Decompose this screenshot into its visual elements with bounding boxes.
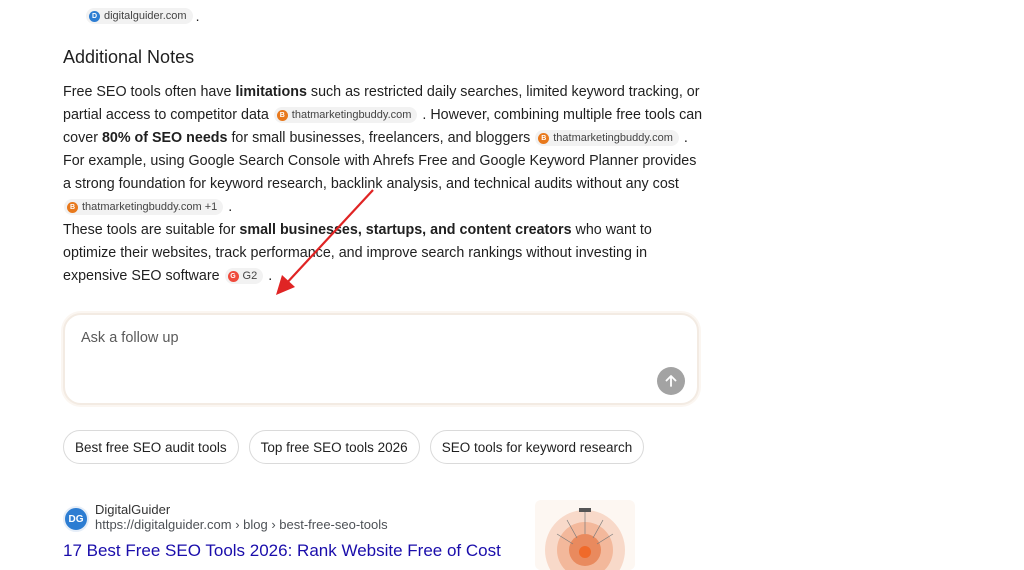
thatmarketingbuddy-favicon-icon: B	[67, 201, 78, 213]
notes-paragraph: Free SEO tools often have limitations su…	[63, 81, 703, 288]
section-heading: Additional Notes	[63, 47, 195, 67]
result-site-name[interactable]: DigitalGuider	[95, 502, 170, 517]
suggestion-chips: Best free SEO audit tools Top free SEO t…	[63, 430, 645, 464]
send-button[interactable]	[657, 367, 685, 395]
citation-chip-g2[interactable]: G G2	[224, 268, 264, 285]
cut-off-text-line: g	[63, 0, 703, 6]
text-span: These tools are suitable for	[63, 222, 240, 238]
bold-text: 80% of SEO needs	[101, 130, 228, 146]
trailing-period: .	[195, 8, 200, 24]
bold-text: small businesses, startups, and content …	[239, 222, 572, 238]
thatmarketingbuddy-favicon-icon: B	[538, 132, 550, 144]
text-span: .	[264, 268, 273, 284]
thatmarketingbuddy-favicon-icon: B	[276, 109, 288, 121]
citation-chip-thatmarketingbuddy[interactable]: Bthatmarketingbuddy.com	[535, 130, 679, 147]
citation-chip-digitalguider[interactable]: D digitalguider.com	[86, 8, 193, 24]
digitalguider-favicon-icon: D	[89, 10, 100, 22]
citation-chip-thatmarketingbuddy[interactable]: Bthatmarketingbuddy.com	[273, 107, 418, 124]
result-title-link[interactable]: 17 Best Free SEO Tools 2026: Rank Websit…	[63, 541, 501, 561]
bold-text: limitations	[235, 84, 307, 100]
citation-chip-thatmarketingbuddy-plus[interactable]: Bthatmarketingbuddy.com +1	[64, 199, 224, 216]
g2-favicon-icon: G	[227, 270, 239, 282]
suggestion-chip[interactable]: SEO tools for keyword research	[429, 430, 645, 464]
text-span: Free SEO tools often have	[63, 84, 236, 100]
suggestion-chip[interactable]: Top free SEO tools 2026	[248, 430, 420, 464]
arrow-up-icon	[665, 375, 677, 387]
text-span: for small businesses, freelancers, and b…	[227, 130, 535, 146]
cut-off-text: g	[503, 0, 511, 1]
text-span: .	[224, 199, 233, 215]
suggestion-chip[interactable]: Best free SEO audit tools	[63, 430, 239, 464]
citation-chip-label: thatmarketingbuddy.com	[553, 132, 673, 145]
citation-chip-label: digitalguider.com	[104, 10, 187, 22]
follow-up-input[interactable]	[79, 329, 643, 347]
follow-up-box	[63, 313, 699, 405]
citation-chip-label: thatmarketingbuddy.com +1	[82, 201, 218, 214]
result-url[interactable]: https://digitalguider.com › blog › best-…	[95, 517, 388, 532]
top-citation-row: D digitalguider.com .	[86, 8, 199, 24]
digitalguider-favicon-icon: DG	[63, 506, 89, 532]
citation-chip-label: thatmarketingbuddy.com	[291, 109, 412, 122]
citation-chip-label: G2	[242, 270, 258, 283]
